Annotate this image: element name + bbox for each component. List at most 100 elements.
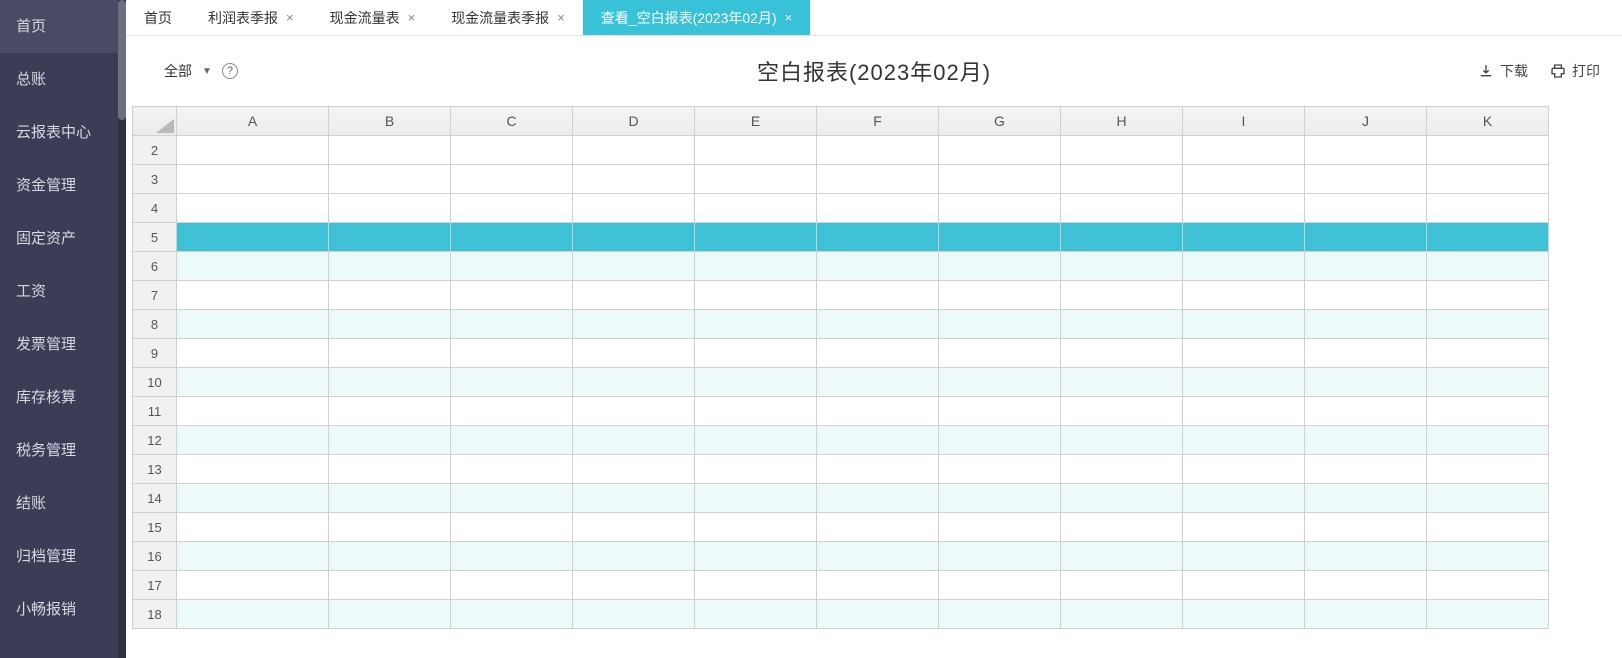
column-header-H[interactable]: H — [1061, 107, 1183, 136]
cell-J4[interactable] — [1305, 194, 1427, 223]
cell-H18[interactable] — [1061, 600, 1183, 629]
tab-4[interactable]: 查看_空白报表(2023年02月)× — [583, 0, 810, 35]
cell-D2[interactable] — [573, 136, 695, 165]
sidebar-item-10[interactable]: 归档管理 — [0, 530, 126, 583]
cell-C18[interactable] — [451, 600, 573, 629]
cell-F16[interactable] — [817, 542, 939, 571]
cell-H15[interactable] — [1061, 513, 1183, 542]
cell-A13[interactable] — [177, 455, 329, 484]
cell-G17[interactable] — [939, 571, 1061, 600]
cell-G4[interactable] — [939, 194, 1061, 223]
cell-K4[interactable] — [1427, 194, 1549, 223]
cell-B10[interactable] — [329, 368, 451, 397]
cell-E2[interactable] — [695, 136, 817, 165]
cell-K6[interactable] — [1427, 252, 1549, 281]
cell-K15[interactable] — [1427, 513, 1549, 542]
cell-A18[interactable] — [177, 600, 329, 629]
cell-K9[interactable] — [1427, 339, 1549, 368]
cell-G9[interactable] — [939, 339, 1061, 368]
cell-E11[interactable] — [695, 397, 817, 426]
filter-dropdown[interactable]: 全部 ▼ ? — [164, 61, 238, 81]
cell-D9[interactable] — [573, 339, 695, 368]
cell-K14[interactable] — [1427, 484, 1549, 513]
cell-C10[interactable] — [451, 368, 573, 397]
cell-A11[interactable] — [177, 397, 329, 426]
cell-D12[interactable] — [573, 426, 695, 455]
cell-F8[interactable] — [817, 310, 939, 339]
cell-G7[interactable] — [939, 281, 1061, 310]
row-header-4[interactable]: 4 — [133, 194, 177, 223]
cell-K12[interactable] — [1427, 426, 1549, 455]
sidebar-item-8[interactable]: 税务管理 — [0, 424, 126, 477]
sidebar-item-4[interactable]: 固定资产 — [0, 212, 126, 265]
cell-C4[interactable] — [451, 194, 573, 223]
cell-J11[interactable] — [1305, 397, 1427, 426]
sidebar-item-7[interactable]: 库存核算 — [0, 371, 126, 424]
cell-H12[interactable] — [1061, 426, 1183, 455]
cell-C16[interactable] — [451, 542, 573, 571]
column-header-G[interactable]: G — [939, 107, 1061, 136]
cell-E6[interactable] — [695, 252, 817, 281]
row-header-8[interactable]: 8 — [133, 310, 177, 339]
column-header-B[interactable]: B — [329, 107, 451, 136]
cell-J7[interactable] — [1305, 281, 1427, 310]
cell-C6[interactable] — [451, 252, 573, 281]
spreadsheet[interactable]: ABCDEFGHIJK23456789101112131415161718 — [126, 106, 1622, 658]
cell-B5[interactable] — [329, 223, 451, 252]
cell-B16[interactable] — [329, 542, 451, 571]
select-all-corner[interactable] — [133, 107, 177, 136]
cell-K18[interactable] — [1427, 600, 1549, 629]
cell-J18[interactable] — [1305, 600, 1427, 629]
cell-G16[interactable] — [939, 542, 1061, 571]
sidebar-scrollbar-thumb[interactable] — [118, 0, 126, 120]
cell-A6[interactable] — [177, 252, 329, 281]
row-header-7[interactable]: 7 — [133, 281, 177, 310]
cell-J16[interactable] — [1305, 542, 1427, 571]
cell-H8[interactable] — [1061, 310, 1183, 339]
cell-G15[interactable] — [939, 513, 1061, 542]
cell-I7[interactable] — [1183, 281, 1305, 310]
cell-C7[interactable] — [451, 281, 573, 310]
row-header-17[interactable]: 17 — [133, 571, 177, 600]
row-header-11[interactable]: 11 — [133, 397, 177, 426]
cell-D3[interactable] — [573, 165, 695, 194]
cell-I18[interactable] — [1183, 600, 1305, 629]
cell-D5[interactable] — [573, 223, 695, 252]
cell-F13[interactable] — [817, 455, 939, 484]
cell-K5[interactable] — [1427, 223, 1549, 252]
cell-D17[interactable] — [573, 571, 695, 600]
cell-I3[interactable] — [1183, 165, 1305, 194]
cell-B3[interactable] — [329, 165, 451, 194]
cell-G3[interactable] — [939, 165, 1061, 194]
cell-H16[interactable] — [1061, 542, 1183, 571]
row-header-16[interactable]: 16 — [133, 542, 177, 571]
cell-B2[interactable] — [329, 136, 451, 165]
column-header-C[interactable]: C — [451, 107, 573, 136]
column-header-D[interactable]: D — [573, 107, 695, 136]
cell-F9[interactable] — [817, 339, 939, 368]
cell-H2[interactable] — [1061, 136, 1183, 165]
row-header-9[interactable]: 9 — [133, 339, 177, 368]
row-header-2[interactable]: 2 — [133, 136, 177, 165]
cell-E14[interactable] — [695, 484, 817, 513]
download-button[interactable]: 下载 — [1478, 61, 1528, 81]
cell-C2[interactable] — [451, 136, 573, 165]
cell-G18[interactable] — [939, 600, 1061, 629]
cell-E9[interactable] — [695, 339, 817, 368]
cell-K13[interactable] — [1427, 455, 1549, 484]
cell-J14[interactable] — [1305, 484, 1427, 513]
cell-B8[interactable] — [329, 310, 451, 339]
cell-H9[interactable] — [1061, 339, 1183, 368]
cell-E10[interactable] — [695, 368, 817, 397]
cell-E13[interactable] — [695, 455, 817, 484]
cell-I12[interactable] — [1183, 426, 1305, 455]
column-header-F[interactable]: F — [817, 107, 939, 136]
cell-G12[interactable] — [939, 426, 1061, 455]
cell-A15[interactable] — [177, 513, 329, 542]
cell-J10[interactable] — [1305, 368, 1427, 397]
cell-I15[interactable] — [1183, 513, 1305, 542]
cell-F3[interactable] — [817, 165, 939, 194]
cell-E18[interactable] — [695, 600, 817, 629]
cell-D13[interactable] — [573, 455, 695, 484]
cell-H17[interactable] — [1061, 571, 1183, 600]
